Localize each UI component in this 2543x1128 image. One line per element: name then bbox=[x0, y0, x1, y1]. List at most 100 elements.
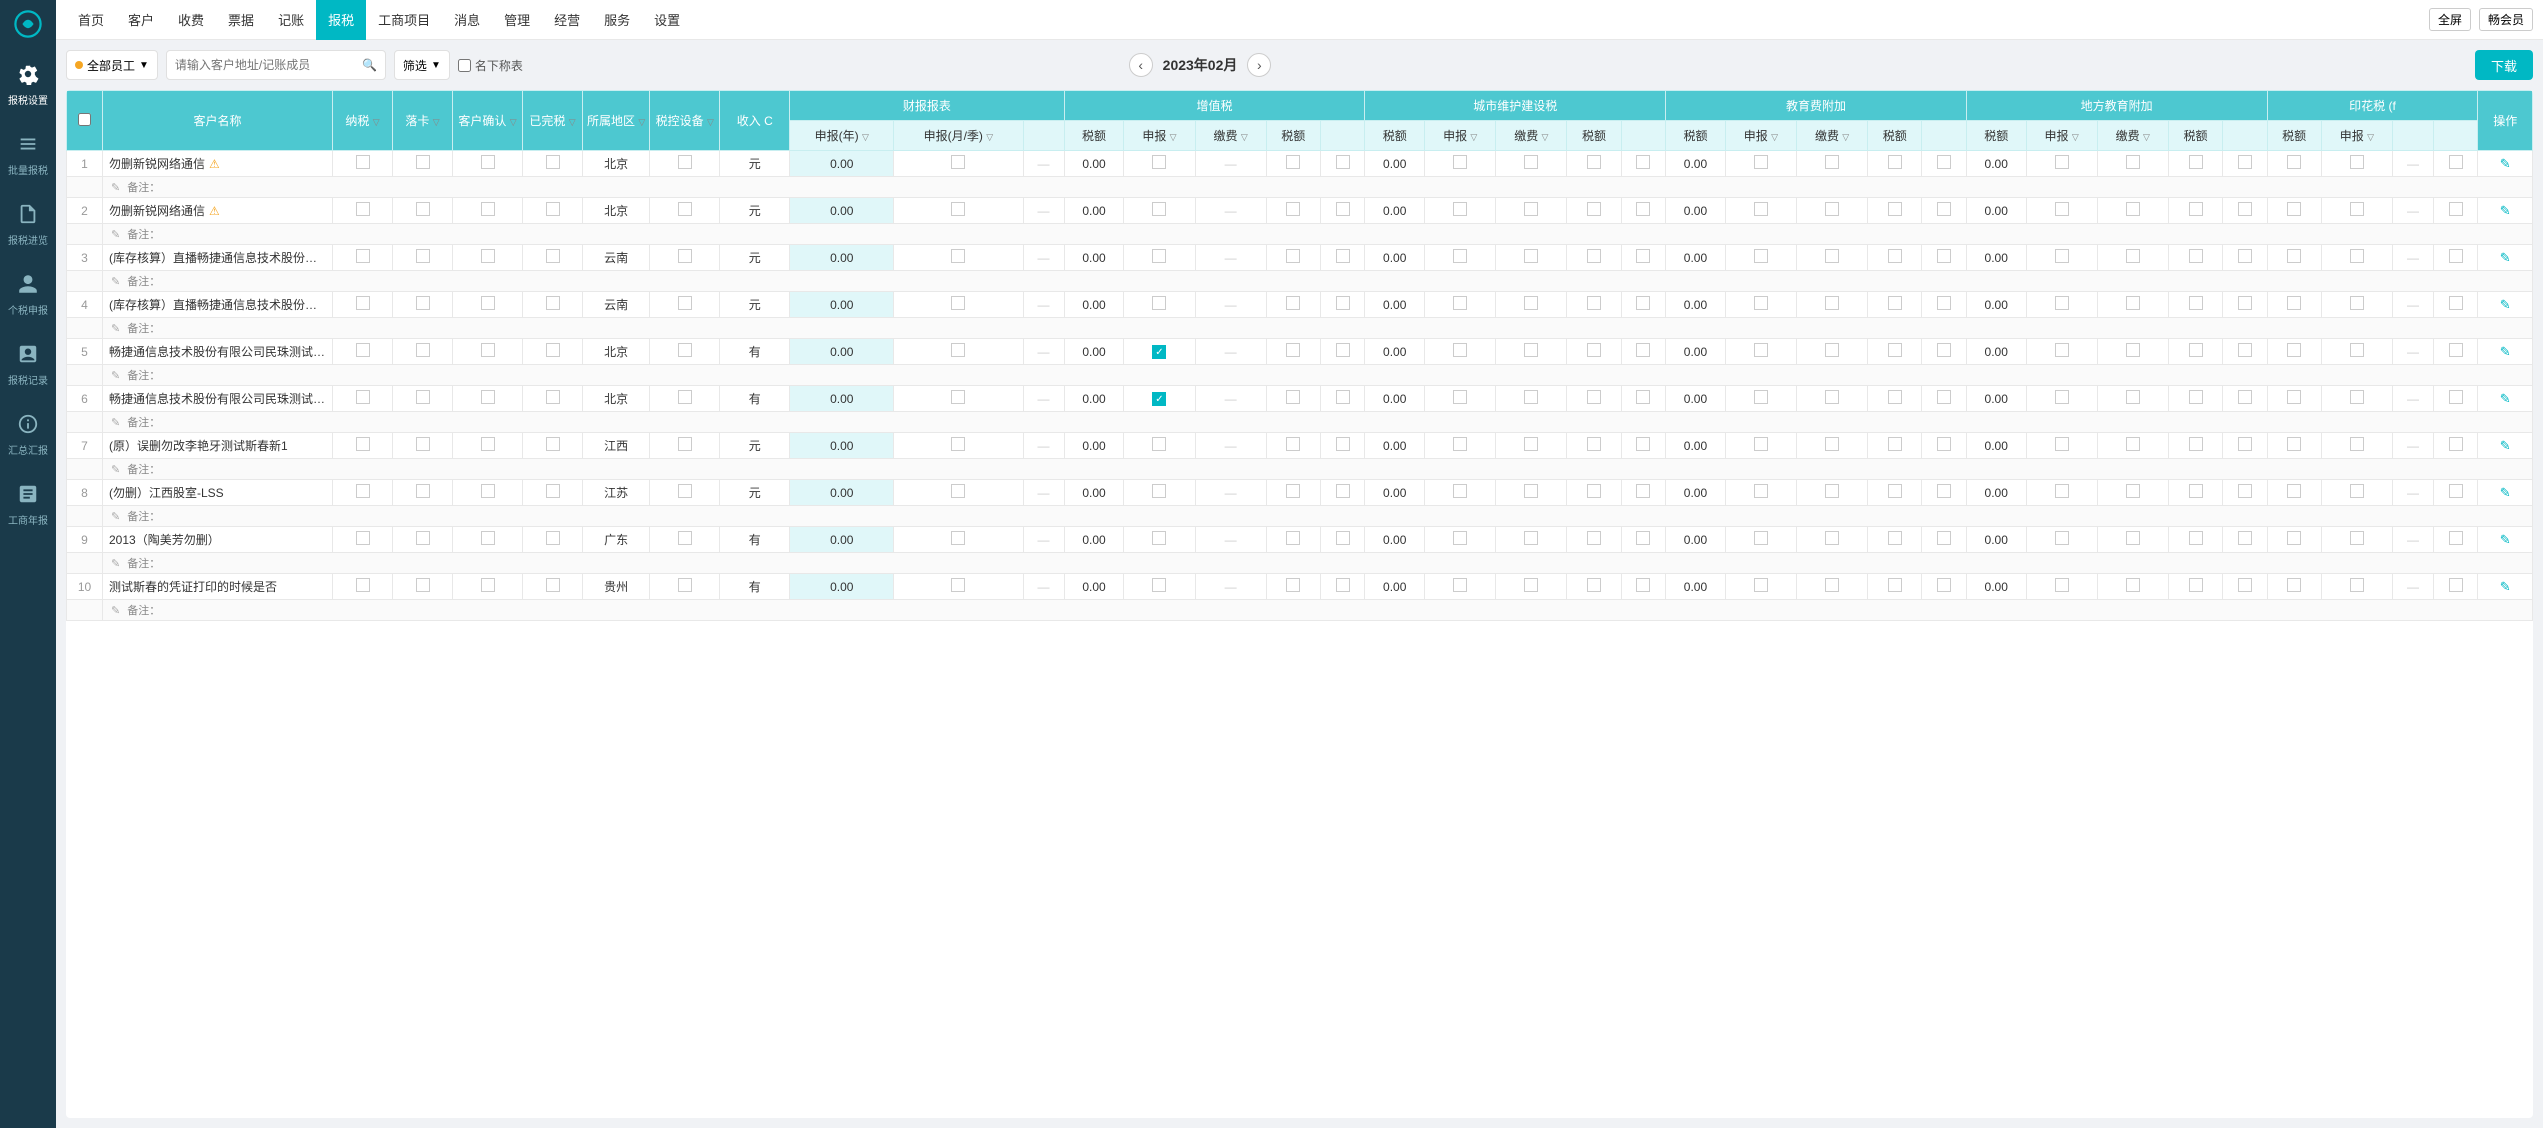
checkbox-cell[interactable] bbox=[2350, 296, 2364, 310]
edit-icon[interactable]: ✎ bbox=[2500, 485, 2511, 500]
checkbox-cell[interactable] bbox=[1524, 249, 1538, 263]
member-button[interactable]: 畅会员 bbox=[2479, 8, 2533, 31]
checkbox-cell[interactable] bbox=[1587, 484, 1601, 498]
sidebar-item-baoshuijilu[interactable]: 报税记录 bbox=[0, 328, 56, 398]
checkbox-cell[interactable] bbox=[1937, 249, 1951, 263]
checkbox-cell[interactable] bbox=[1152, 484, 1166, 498]
checkbox-cell[interactable] bbox=[2189, 578, 2203, 592]
checkbox-cell[interactable] bbox=[2189, 531, 2203, 545]
note-pencil-icon[interactable]: ✎ bbox=[111, 370, 120, 382]
edit-icon[interactable]: ✎ bbox=[2500, 250, 2511, 265]
checkbox-cell[interactable] bbox=[1524, 437, 1538, 451]
checkbox-cell[interactable] bbox=[2449, 249, 2463, 263]
edit-icon[interactable]: ✎ bbox=[2500, 297, 2511, 312]
nav-gongshang[interactable]: 工商项目 bbox=[366, 0, 442, 40]
checkbox-cell[interactable] bbox=[951, 155, 965, 169]
checkbox-cell[interactable] bbox=[678, 343, 692, 357]
checkbox-cell[interactable] bbox=[2287, 578, 2301, 592]
checkbox-cell[interactable] bbox=[2350, 531, 2364, 545]
checkbox-cell[interactable] bbox=[356, 578, 370, 592]
checkbox-cell[interactable] bbox=[2126, 390, 2140, 404]
checkbox-cell[interactable] bbox=[1587, 202, 1601, 216]
next-date-button[interactable]: › bbox=[1247, 53, 1271, 77]
checkbox-cell[interactable] bbox=[2287, 249, 2301, 263]
checkbox-cell[interactable] bbox=[2350, 202, 2364, 216]
checkbox-cell[interactable] bbox=[2238, 202, 2252, 216]
checkbox-cell[interactable] bbox=[1336, 296, 1350, 310]
checkbox-cell[interactable] bbox=[481, 249, 495, 263]
checkbox-cell[interactable] bbox=[416, 484, 430, 498]
checkbox-cell[interactable] bbox=[1152, 578, 1166, 592]
checkbox-cell[interactable] bbox=[678, 578, 692, 592]
nav-xiaoxi[interactable]: 消息 bbox=[442, 0, 492, 40]
row-caozuo[interactable]: ✎ bbox=[2478, 292, 2533, 318]
checkbox-cell[interactable] bbox=[1888, 484, 1902, 498]
checkbox-cell[interactable] bbox=[2449, 390, 2463, 404]
checkbox-cell[interactable] bbox=[1152, 437, 1166, 451]
row-caozuo[interactable]: ✎ bbox=[2478, 151, 2533, 177]
checkbox-cell[interactable] bbox=[1286, 390, 1300, 404]
nav-shoufei[interactable]: 收费 bbox=[166, 0, 216, 40]
checkbox-cell[interactable] bbox=[2287, 484, 2301, 498]
checkbox-cell[interactable] bbox=[1825, 155, 1839, 169]
checkbox-cell[interactable] bbox=[481, 437, 495, 451]
checkbox-cell[interactable] bbox=[2350, 155, 2364, 169]
checkbox-cell[interactable] bbox=[1524, 202, 1538, 216]
checkbox-cell[interactable] bbox=[2189, 249, 2203, 263]
checkbox-cell[interactable] bbox=[2189, 390, 2203, 404]
checkbox-cell[interactable] bbox=[1453, 578, 1467, 592]
checkbox-cell[interactable] bbox=[2126, 296, 2140, 310]
checkbox-cell[interactable] bbox=[1636, 531, 1650, 545]
note-pencil-icon[interactable]: ✎ bbox=[111, 323, 120, 335]
checkbox-cell[interactable] bbox=[1888, 390, 1902, 404]
checkbox-cell[interactable] bbox=[1286, 484, 1300, 498]
checkbox-cell[interactable] bbox=[1587, 578, 1601, 592]
checkbox-cell[interactable] bbox=[2449, 531, 2463, 545]
checkbox-cell[interactable] bbox=[1587, 249, 1601, 263]
checkbox-cell[interactable] bbox=[416, 437, 430, 451]
checkbox-cell[interactable] bbox=[356, 343, 370, 357]
checkbox-cell[interactable] bbox=[1587, 531, 1601, 545]
row-caozuo[interactable]: ✎ bbox=[2478, 433, 2533, 459]
checkbox-cell[interactable] bbox=[1524, 155, 1538, 169]
checkbox-cell[interactable] bbox=[1286, 202, 1300, 216]
checkbox-cell[interactable] bbox=[356, 296, 370, 310]
checkbox-cell[interactable] bbox=[2189, 343, 2203, 357]
checkbox-cell[interactable] bbox=[416, 343, 430, 357]
note-pencil-icon[interactable]: ✎ bbox=[111, 511, 120, 523]
checkbox-cell[interactable] bbox=[546, 343, 560, 357]
edit-icon[interactable]: ✎ bbox=[2500, 156, 2511, 171]
checkbox-cell[interactable] bbox=[356, 155, 370, 169]
checkbox-cell[interactable] bbox=[1888, 578, 1902, 592]
checkbox-cell[interactable] bbox=[678, 155, 692, 169]
checkbox-cell[interactable] bbox=[2238, 296, 2252, 310]
checkbox-cell[interactable] bbox=[356, 437, 370, 451]
nav-baoShui[interactable]: 报税 bbox=[316, 0, 366, 40]
checkbox-cell[interactable] bbox=[1524, 390, 1538, 404]
sidebar-item-baoshuijinguan[interactable]: 报税进览 bbox=[0, 188, 56, 258]
checkbox-cell[interactable] bbox=[1453, 531, 1467, 545]
sidebar-item-piliangshuibao[interactable]: 批量报税 bbox=[0, 118, 56, 188]
note-pencil-icon[interactable]: ✎ bbox=[111, 558, 120, 570]
checkbox-cell[interactable] bbox=[1453, 437, 1467, 451]
checkbox-cell[interactable] bbox=[2189, 202, 2203, 216]
checkbox-cell[interactable] bbox=[2126, 578, 2140, 592]
checkbox-cell[interactable] bbox=[1453, 390, 1467, 404]
checkbox-cell[interactable] bbox=[481, 484, 495, 498]
checkbox-cell[interactable] bbox=[1754, 531, 1768, 545]
checkbox-cell[interactable] bbox=[1336, 437, 1350, 451]
checkbox-cell[interactable] bbox=[481, 531, 495, 545]
checkbox-checked[interactable]: ✓ bbox=[1152, 392, 1166, 406]
checkbox-cell[interactable] bbox=[2055, 578, 2069, 592]
row-caozuo[interactable]: ✎ bbox=[2478, 480, 2533, 506]
checkbox-cell[interactable] bbox=[1453, 343, 1467, 357]
checkbox-cell[interactable] bbox=[1636, 296, 1650, 310]
checkbox-cell[interactable] bbox=[1825, 578, 1839, 592]
checkbox-cell[interactable] bbox=[546, 531, 560, 545]
checkbox-cell[interactable] bbox=[1587, 296, 1601, 310]
checkbox-cell[interactable] bbox=[1825, 531, 1839, 545]
checkbox-cell[interactable] bbox=[2126, 249, 2140, 263]
checkbox-cell[interactable] bbox=[2449, 155, 2463, 169]
checkbox-cell[interactable] bbox=[2449, 343, 2463, 357]
checkbox-cell[interactable] bbox=[2238, 155, 2252, 169]
